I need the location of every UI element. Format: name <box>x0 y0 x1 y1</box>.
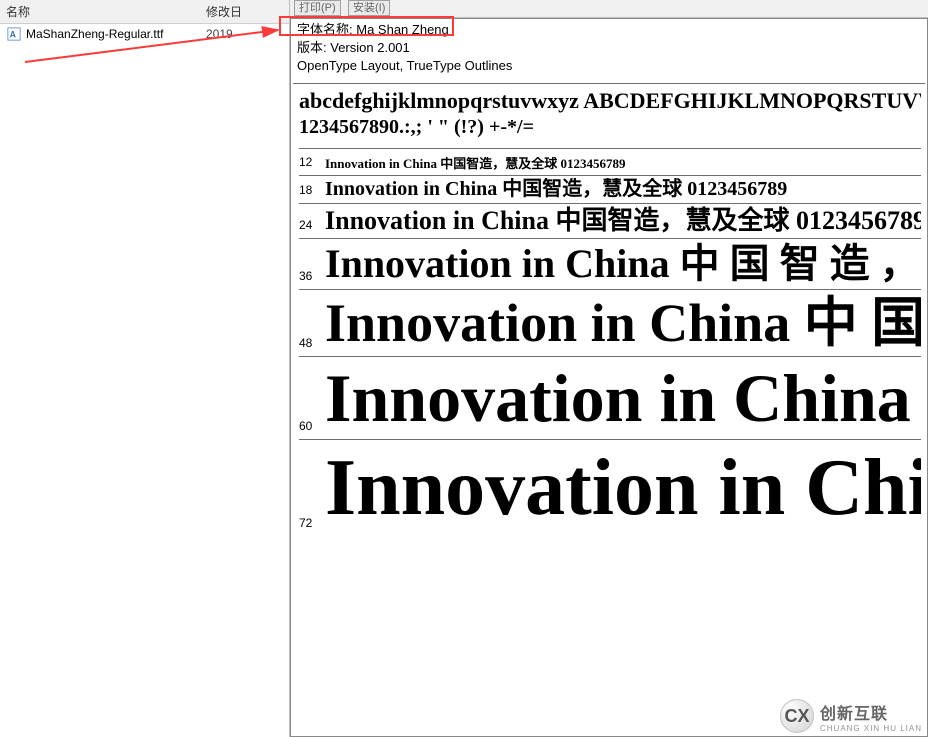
sample-text: Innovation in China 中 国 智 造 <box>325 292 921 354</box>
sample-size-label: 72 <box>299 516 325 534</box>
sample-row: 48Innovation in China 中 国 智 造 <box>299 290 921 357</box>
print-button[interactable]: 打印(P) <box>294 0 341 16</box>
sample-row: 24Innovation in China 中国智造，慧及全球 01234567… <box>299 204 921 239</box>
file-list-pane: 名称 修改日 A MaShanZheng-Regular.ttf 2019 <box>0 0 290 737</box>
sample-row: 36Innovation in China 中 国 智 造 ， 慧 及 <box>299 239 921 290</box>
file-list-header: 名称 修改日 <box>0 0 289 24</box>
watermark-logo-icon: CX <box>780 699 814 733</box>
charset-preview: abcdefghijklmnopqrstuvwxyz ABCDEFGHIJKLM… <box>299 88 921 149</box>
sample-row: 12Innovation in China 中国智造，慧及全球 01234567… <box>299 153 921 176</box>
sample-row: 72Innovation in China 中 <box>299 440 921 536</box>
watermark: CX 创新互联 CHUANG XIN HU LIAN <box>780 699 922 733</box>
preview-area: abcdefghijklmnopqrstuvwxyz ABCDEFGHIJKLM… <box>293 83 925 540</box>
svg-text:A: A <box>10 30 17 40</box>
column-header-modified[interactable]: 修改日 <box>206 0 266 23</box>
font-outline-line: OpenType Layout, TrueType Outlines <box>297 57 921 75</box>
sample-sizes-list: 12Innovation in China 中国智造，慧及全球 01234567… <box>299 153 921 536</box>
font-metadata: 字体名称: Ma Shan Zheng 版本: Version 2.001 Op… <box>291 19 927 79</box>
sample-text: Innovation in China 中 <box>325 442 921 534</box>
sample-row: 18Innovation in China 中国智造，慧及全球 01234567… <box>299 176 921 204</box>
sample-text: Innovation in China 中国智造，慧及全球 0123456789 <box>325 157 921 172</box>
sample-text: Innovation in China 中国智造，慧及全球 0123456789 <box>325 178 921 201</box>
sample-text: Innovation in China 中 国 智 造 ， 慧 及 <box>325 241 921 287</box>
sample-size-label: 12 <box>299 155 325 173</box>
font-name-label: 字体名称: <box>297 22 353 37</box>
font-file-icon: A <box>6 26 22 42</box>
sample-size-label: 36 <box>299 269 325 287</box>
font-name-value: Ma Shan Zheng <box>356 22 449 37</box>
sample-text: Innovation in China 中国智造，慧及全球 0123456789 <box>325 206 921 236</box>
sample-text: Innovation in China 中 国 <box>325 359 921 437</box>
charset-line2: 1234567890.:,; ' " (!?) +-*/= <box>299 114 921 140</box>
sample-size-label: 48 <box>299 336 325 354</box>
install-button[interactable]: 安装(I) <box>348 0 390 16</box>
column-header-name[interactable]: 名称 <box>6 0 206 23</box>
font-version-label: 版本: <box>297 40 327 55</box>
file-date-text: 2019 <box>206 24 233 44</box>
font-name-line: 字体名称: Ma Shan Zheng <box>297 21 921 39</box>
file-row[interactable]: A MaShanZheng-Regular.ttf 2019 <box>0 24 289 44</box>
file-name-text: MaShanZheng-Regular.ttf <box>26 24 163 44</box>
sample-size-label: 60 <box>299 419 325 437</box>
watermark-main-text: 创新互联 <box>820 700 922 724</box>
sample-size-label: 18 <box>299 183 325 201</box>
charset-line1: abcdefghijklmnopqrstuvwxyz ABCDEFGHIJKLM… <box>299 88 921 114</box>
toolbar: 打印(P) 安装(I) <box>290 0 928 18</box>
font-preview-pane: 字体名称: Ma Shan Zheng 版本: Version 2.001 Op… <box>290 18 928 737</box>
font-version-value: Version 2.001 <box>330 40 410 55</box>
font-version-line: 版本: Version 2.001 <box>297 39 921 57</box>
watermark-sub-text: CHUANG XIN HU LIAN <box>820 724 922 733</box>
sample-row: 60Innovation in China 中 国 <box>299 357 921 440</box>
sample-size-label: 24 <box>299 218 325 236</box>
